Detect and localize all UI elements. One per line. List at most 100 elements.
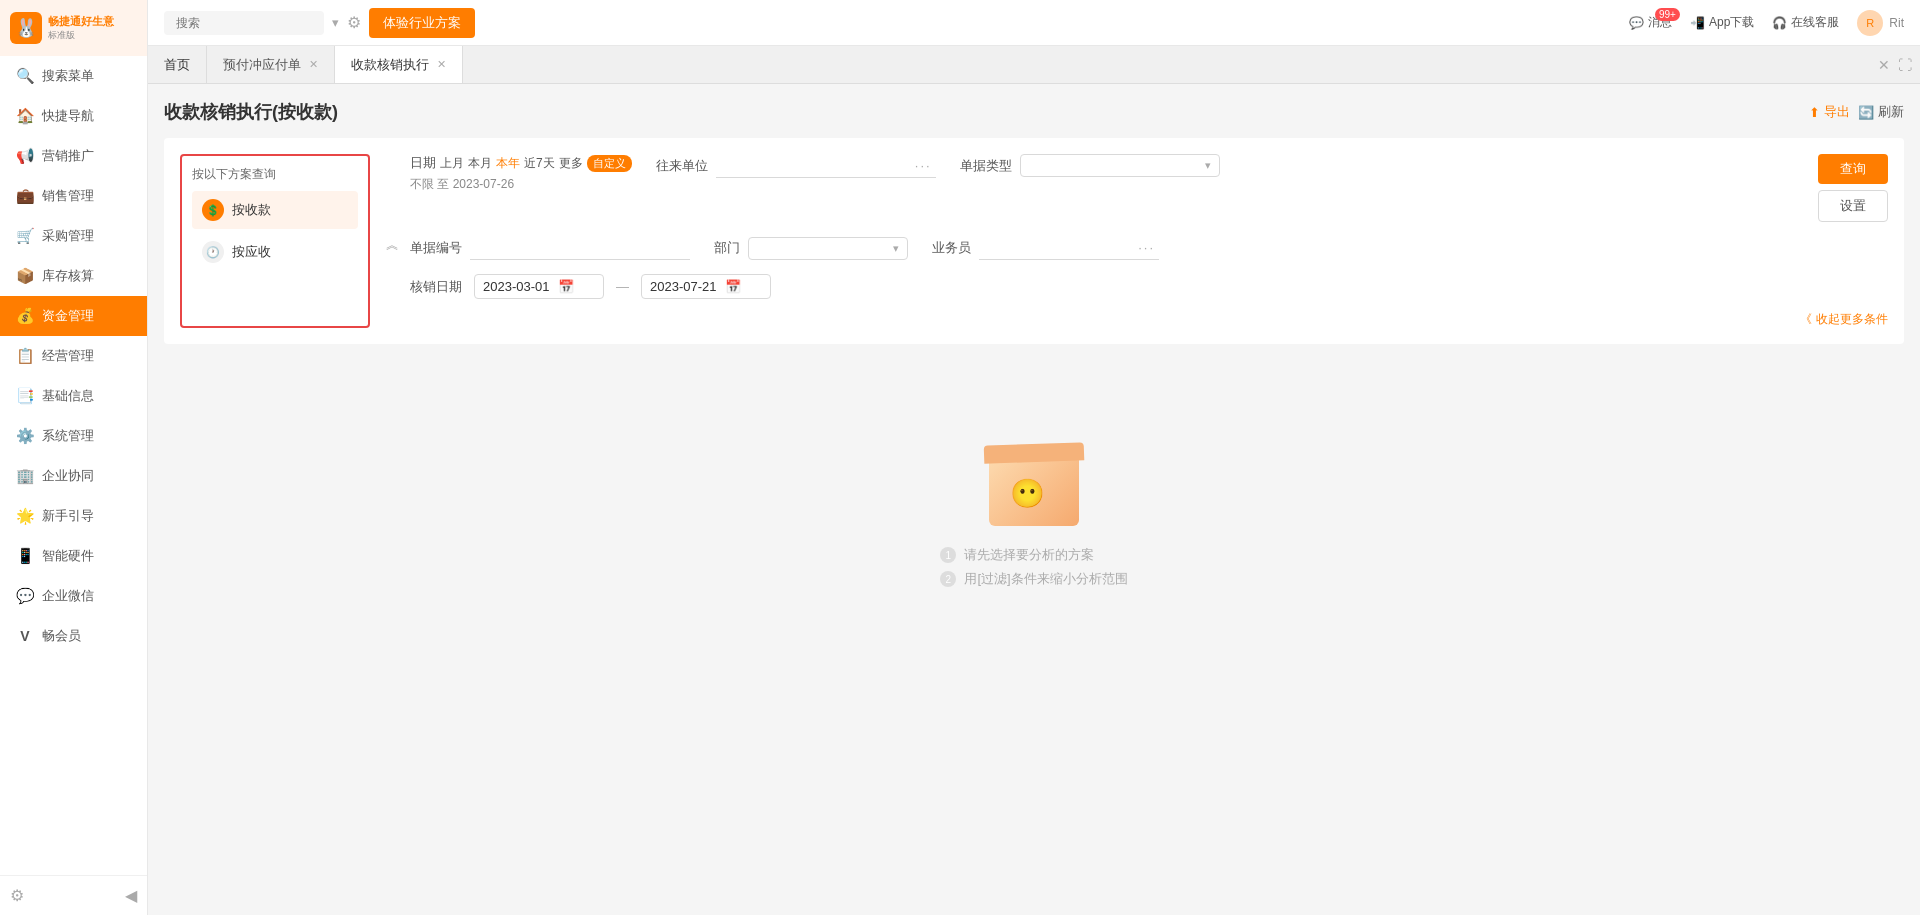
- app-download-btn[interactable]: 📲 App下载: [1690, 14, 1754, 31]
- doctype-select[interactable]: ▾: [1020, 154, 1220, 177]
- sidebar-item-label: 企业协同: [42, 467, 94, 485]
- tab-maximize-icon[interactable]: ⛶: [1898, 57, 1912, 73]
- purchase-icon: 🛒: [16, 227, 34, 245]
- salesperson-input[interactable]: ···: [979, 236, 1159, 260]
- user-name: Rit: [1889, 16, 1904, 30]
- collapse-sidebar-icon[interactable]: ◀: [125, 886, 137, 905]
- sidebar-item-label: 销售管理: [42, 187, 94, 205]
- date-link-last-month[interactable]: 上月: [440, 155, 464, 172]
- industry-btn[interactable]: 体验行业方案: [369, 8, 475, 38]
- sidebar-item-label: 基础信息: [42, 387, 94, 405]
- sidebar-item-label: 系统管理: [42, 427, 94, 445]
- home-icon: 🏠: [16, 107, 34, 125]
- doctype-arrow-icon: ▾: [1205, 159, 1211, 172]
- sidebar-item-purchase[interactable]: 🛒 采购管理: [0, 216, 147, 256]
- filter-panel: 按以下方案查询 💲 按收款 🕐 按应收 《: [164, 138, 1904, 344]
- settings-bottom-icon[interactable]: ⚙: [10, 886, 24, 905]
- settings-button[interactable]: 设置: [1818, 190, 1888, 222]
- filter-by-receipt[interactable]: 💲 按收款: [192, 191, 358, 229]
- empty-step-1: 1 请先选择要分析的方案: [940, 546, 1127, 564]
- verify-date-to-value: 2023-07-21: [650, 279, 717, 294]
- page-title: 收款核销执行(按收款): [164, 100, 338, 124]
- sidebar-item-quick-nav[interactable]: 🏠 快捷导航: [0, 96, 147, 136]
- filter-row-3: 核销日期 2023-03-01 📅 — 2023-07-21 📅: [410, 274, 1888, 299]
- sidebar-item-search[interactable]: 🔍 搜索菜单: [0, 56, 147, 96]
- sidebar-item-member[interactable]: V 畅会员: [0, 616, 147, 656]
- header-gear-icon[interactable]: ⚙: [347, 13, 361, 32]
- export-label: 导出: [1824, 103, 1850, 121]
- sidebar-item-wechat[interactable]: 💬 企业微信: [0, 576, 147, 616]
- sidebar-item-ops[interactable]: 📋 经营管理: [0, 336, 147, 376]
- online-service-btn[interactable]: 🎧 在线客服: [1772, 14, 1839, 31]
- filter-doctype-field: 单据类型 ▾: [960, 154, 1220, 177]
- date-link-7days[interactable]: 近7天: [524, 155, 555, 172]
- tab-close-window-icon[interactable]: ✕: [1878, 57, 1890, 73]
- tab-actions: ✕ ⛶: [1870, 57, 1920, 73]
- wechat-icon: 💬: [16, 587, 34, 605]
- tab-prepay-close-icon[interactable]: ✕: [309, 58, 318, 71]
- tab-receipt-verify-close-icon[interactable]: ✕: [437, 58, 446, 71]
- main-area: ▾ ⚙ 体验行业方案 💬 消息 99+ 📲 App下载 🎧 在线客服 R Rit: [148, 0, 1920, 915]
- company-search-input[interactable]: [164, 11, 324, 35]
- message-icon: 💬: [1629, 16, 1644, 30]
- tab-bar: 首页 预付冲应付单 ✕ 收款核销执行 ✕ ✕ ⛶: [148, 46, 1920, 84]
- header-right: 💬 消息 99+ 📲 App下载 🎧 在线客服 R Rit: [1629, 10, 1904, 36]
- filter-date-label-row: 日期 上月 本月 本年 近7天 更多 自定义: [410, 154, 632, 172]
- sidebar-item-sales[interactable]: 💼 销售管理: [0, 176, 147, 216]
- page-title-actions: ⬆ 导出 🔄 刷新: [1809, 103, 1904, 121]
- tab-home[interactable]: 首页: [148, 46, 207, 83]
- message-badge[interactable]: 💬 消息 99+: [1629, 14, 1672, 31]
- verify-date-to-input[interactable]: 2023-07-21 📅: [641, 274, 771, 299]
- sidebar-item-finance[interactable]: 💰 资金管理: [0, 296, 147, 336]
- empty-box-lid: [984, 442, 1085, 463]
- finance-icon: 💰: [16, 307, 34, 325]
- counterpart-input[interactable]: ···: [716, 154, 936, 178]
- doctype-label: 单据类型: [960, 157, 1012, 175]
- app-logo: 🐰 畅捷通好生意 标准版: [0, 0, 147, 56]
- date-label: 日期: [410, 154, 436, 172]
- sidebar-item-base[interactable]: 📑 基础信息: [0, 376, 147, 416]
- collapse-arrow-icon: 《: [1800, 311, 1812, 328]
- tab-receipt-verify-label: 收款核销执行: [351, 56, 429, 74]
- service-icon: 🎧: [1772, 16, 1787, 30]
- sidebar-item-label: 智能硬件: [42, 547, 94, 565]
- cal-to-icon: 📅: [725, 279, 741, 294]
- member-icon: V: [16, 628, 34, 644]
- counterpart-label: 往来单位: [656, 157, 708, 175]
- dept-select[interactable]: ▾: [748, 237, 908, 260]
- filter-option-panel: 按以下方案查询 💲 按收款 🕐 按应收: [180, 154, 370, 328]
- docno-input[interactable]: [470, 236, 690, 260]
- sidebar-item-marketing[interactable]: 📢 营销推广: [0, 136, 147, 176]
- verify-date-from-input[interactable]: 2023-03-01 📅: [474, 274, 604, 299]
- panel-collapse-btn[interactable]: 《: [382, 154, 402, 328]
- date-link-more[interactable]: 更多: [559, 155, 583, 172]
- sidebar-item-inventory[interactable]: 📦 库存核算: [0, 256, 147, 296]
- tab-prepay[interactable]: 预付冲应付单 ✕: [207, 46, 335, 83]
- dropdown-arrow-icon[interactable]: ▾: [332, 15, 339, 30]
- sidebar-item-label: 经营管理: [42, 347, 94, 365]
- date-link-this-year[interactable]: 本年: [496, 155, 520, 172]
- date-link-this-month[interactable]: 本月: [468, 155, 492, 172]
- inventory-icon: 📦: [16, 267, 34, 285]
- user-area[interactable]: R Rit: [1857, 10, 1904, 36]
- export-button[interactable]: ⬆ 导出: [1809, 103, 1850, 121]
- empty-face: 😶: [1010, 477, 1045, 510]
- sidebar-item-hardware[interactable]: 📱 智能硬件: [0, 536, 147, 576]
- sidebar-item-system[interactable]: ⚙️ 系统管理: [0, 416, 147, 456]
- query-button[interactable]: 查询: [1818, 154, 1888, 184]
- sidebar-item-enterprise[interactable]: 🏢 企业协同: [0, 456, 147, 496]
- ops-icon: 📋: [16, 347, 34, 365]
- collapse-more-button[interactable]: 《 收起更多条件: [1800, 311, 1888, 328]
- counterpart-dots-icon: ···: [915, 158, 932, 173]
- date-display: 不限 至 2023-07-26: [410, 176, 632, 193]
- sidebar-item-label: 采购管理: [42, 227, 94, 245]
- refresh-button[interactable]: 🔄 刷新: [1858, 103, 1904, 121]
- sidebar-item-guide[interactable]: 🌟 新手引导: [0, 496, 147, 536]
- action-buttons: 查询 设置: [1818, 154, 1888, 222]
- tab-receipt-verify[interactable]: 收款核销执行 ✕: [335, 46, 463, 83]
- receipt-option-icon: 💲: [202, 199, 224, 221]
- verify-date-label: 核销日期: [410, 278, 462, 296]
- step-2-circle: 2: [940, 571, 956, 587]
- tab-home-label: 首页: [164, 56, 190, 74]
- filter-by-receivable[interactable]: 🕐 按应收: [192, 233, 358, 271]
